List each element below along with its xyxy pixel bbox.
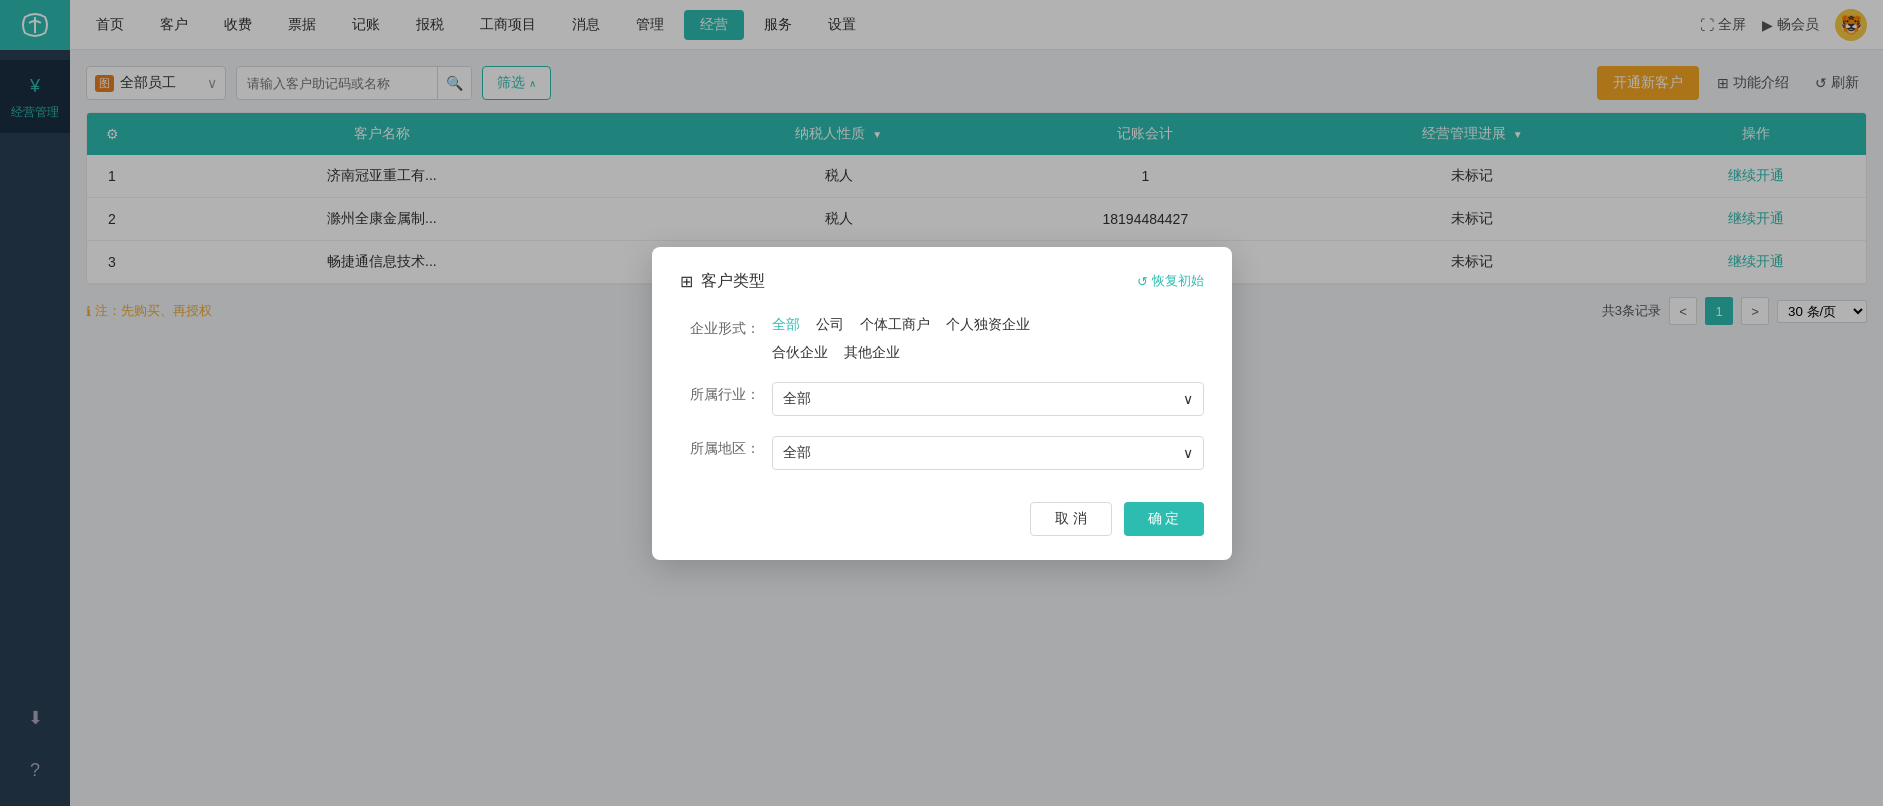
industry-arrow-icon: ∨	[1183, 391, 1193, 407]
reset-button[interactable]: ↺ 恢复初始	[1137, 272, 1204, 290]
enterprise-types-content: 全部 公司 个体工商户 个人独资企业 合伙企业 其他企业	[772, 316, 1204, 362]
type-all[interactable]: 全部	[772, 316, 800, 334]
region-row: 所属地区： 全部 ∨	[680, 436, 1204, 470]
enterprise-types-row2: 合伙企业 其他企业	[772, 344, 1204, 362]
industry-label: 所属行业：	[680, 382, 760, 404]
region-value: 全部	[783, 444, 811, 462]
modal-footer: 取 消 确 定	[680, 502, 1204, 536]
reset-label: 恢复初始	[1152, 272, 1204, 290]
type-individual[interactable]: 个体工商户	[860, 316, 930, 334]
type-partnership[interactable]: 合伙企业	[772, 344, 828, 362]
type-company[interactable]: 公司	[816, 316, 844, 334]
region-label: 所属地区：	[680, 436, 760, 458]
modal-header: ⊞ 客户类型 ↺ 恢复初始	[680, 271, 1204, 292]
cancel-button[interactable]: 取 消	[1030, 502, 1112, 536]
modal-title-text: 客户类型	[701, 271, 765, 292]
region-arrow-icon: ∨	[1183, 445, 1193, 461]
modal-overlay: ⊞ 客户类型 ↺ 恢复初始 企业形式： 全部 公司 个体工商户 个人独资企业 合…	[0, 0, 1883, 806]
enterprise-form-label: 企业形式：	[680, 316, 760, 338]
industry-select-content: 全部 ∨	[772, 382, 1204, 416]
industry-row: 所属行业： 全部 ∨	[680, 382, 1204, 416]
enterprise-form-row: 企业形式： 全部 公司 个体工商户 个人独资企业 合伙企业 其他企业	[680, 316, 1204, 362]
reset-icon: ↺	[1137, 274, 1148, 289]
confirm-button[interactable]: 确 定	[1124, 502, 1204, 536]
industry-select[interactable]: 全部 ∨	[772, 382, 1204, 416]
industry-value: 全部	[783, 390, 811, 408]
modal-grid-icon: ⊞	[680, 272, 693, 291]
type-other[interactable]: 其他企业	[844, 344, 900, 362]
filter-modal: ⊞ 客户类型 ↺ 恢复初始 企业形式： 全部 公司 个体工商户 个人独资企业 合…	[652, 247, 1232, 560]
region-select[interactable]: 全部 ∨	[772, 436, 1204, 470]
modal-title: ⊞ 客户类型	[680, 271, 765, 292]
enterprise-types: 全部 公司 个体工商户 个人独资企业	[772, 316, 1204, 334]
region-select-content: 全部 ∨	[772, 436, 1204, 470]
type-sole[interactable]: 个人独资企业	[946, 316, 1030, 334]
